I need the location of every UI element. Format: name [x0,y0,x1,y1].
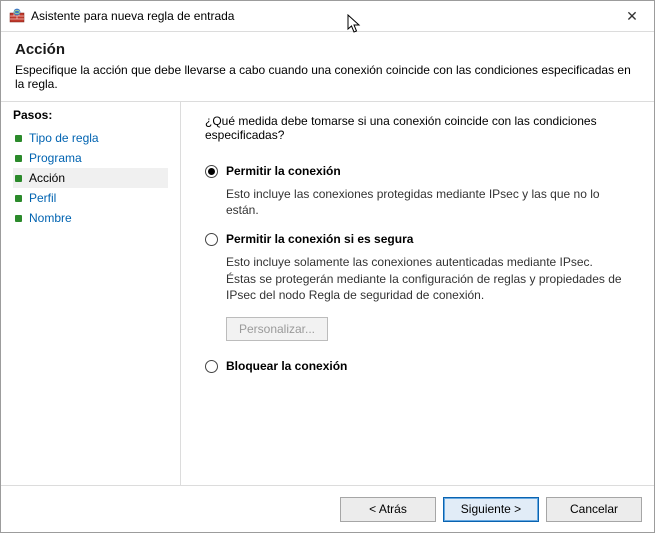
cancel-button[interactable]: Cancelar [546,497,642,522]
radio-allow-connection[interactable]: Permitir la conexión [205,164,632,178]
step-bullet-icon [15,155,22,162]
button-label: Personalizar... [239,322,315,336]
question-text: ¿Qué medida debe tomarse si una conexión… [205,114,632,142]
sidebar-item-profile[interactable]: Perfil [13,188,168,208]
radio-desc: Esto incluye solamente las conexiones au… [226,254,626,303]
sidebar-item-label: Tipo de regla [29,131,99,145]
sidebar-item-label: Nombre [29,211,72,225]
button-label: Siguiente > [461,502,521,516]
radio-icon [205,233,218,246]
radio-allow-if-secure[interactable]: Permitir la conexión si es segura [205,232,632,246]
radio-desc: Esto incluye las conexiones protegidas m… [226,186,626,218]
header-area: Acción Especifique la acción que debe ll… [1,32,654,101]
sidebar: Pasos: Tipo de regla Programa Acción Per… [1,102,181,485]
step-bullet-icon [15,175,22,182]
window-title: Asistente para nueva regla de entrada [31,9,234,23]
sidebar-item-label: Perfil [29,191,56,205]
sidebar-item-name[interactable]: Nombre [13,208,168,228]
titlebar: Asistente para nueva regla de entrada ✕ [1,1,654,32]
body: Pasos: Tipo de regla Programa Acción Per… [1,102,654,485]
footer: < Atrás Siguiente > Cancelar [1,485,654,532]
back-button[interactable]: < Atrás [340,497,436,522]
page-subtitle: Especifique la acción que debe llevarse … [15,63,640,91]
customize-button: Personalizar... [226,317,328,341]
radio-title: Permitir la conexión [226,164,632,178]
sidebar-item-label: Acción [29,171,65,185]
button-label: Cancelar [570,502,618,516]
step-bullet-icon [15,135,22,142]
main-panel: ¿Qué medida debe tomarse si una conexión… [181,102,654,485]
close-button[interactable]: ✕ [610,1,654,31]
firewall-icon [9,8,25,24]
action-radio-group: Permitir la conexión Esto incluye las co… [205,164,632,373]
wizard-window: Asistente para nueva regla de entrada ✕ … [0,0,655,533]
sidebar-item-label: Programa [29,151,82,165]
close-icon: ✕ [626,8,638,25]
radio-block-connection[interactable]: Bloquear la conexión [205,359,632,373]
page-heading: Acción [15,41,640,58]
sidebar-item-rule-type[interactable]: Tipo de regla [13,128,168,148]
steps-label: Pasos: [13,108,168,122]
sidebar-item-program[interactable]: Programa [13,148,168,168]
radio-icon [205,360,218,373]
next-button[interactable]: Siguiente > [443,497,539,522]
step-bullet-icon [15,195,22,202]
sidebar-item-action[interactable]: Acción [13,168,168,188]
radio-icon [205,165,218,178]
radio-title: Bloquear la conexión [226,359,632,373]
radio-title: Permitir la conexión si es segura [226,232,632,246]
step-bullet-icon [15,215,22,222]
button-label: < Atrás [369,502,407,516]
